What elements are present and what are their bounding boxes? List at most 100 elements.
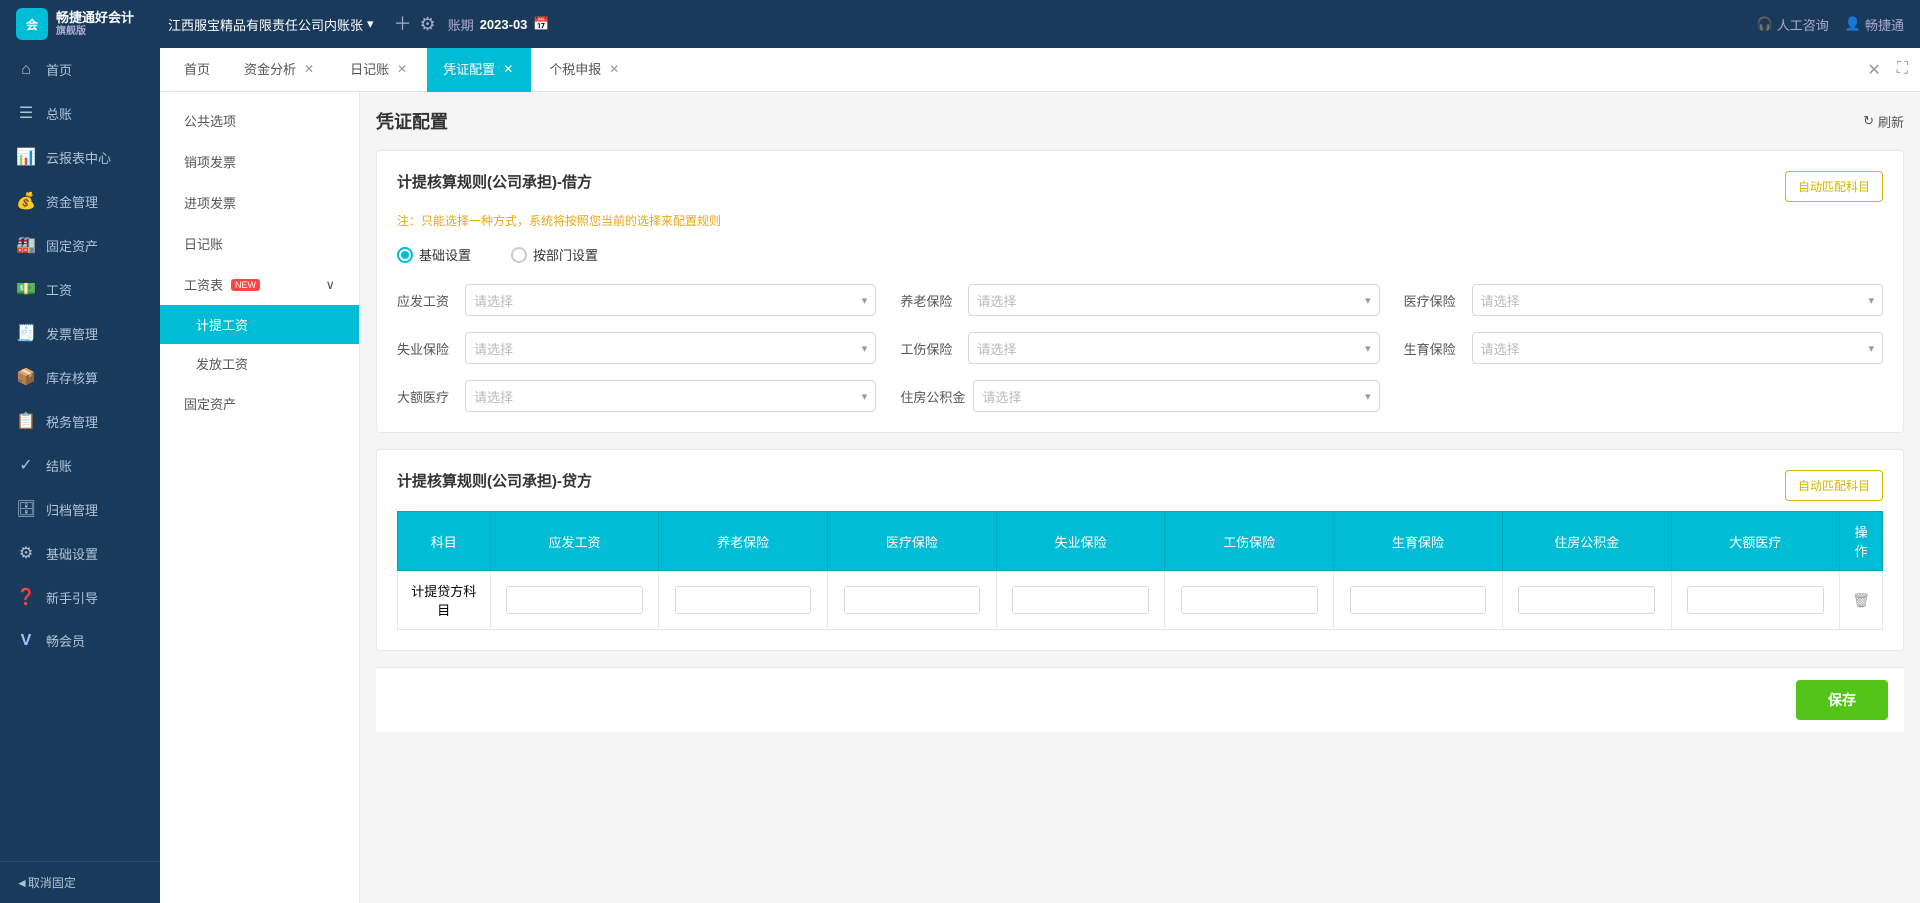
sidebar-item-archive[interactable]: 🗄 归档管理	[0, 487, 160, 531]
add-button[interactable]: ＋	[394, 15, 412, 33]
sidebar-label-member: 畅会员	[46, 631, 85, 650]
radio-dept-circle	[511, 247, 527, 263]
nav-label-fixed-assets: 固定资产	[184, 394, 236, 413]
input-large-medical[interactable]	[1687, 586, 1824, 614]
nav-item-purchase-invoice[interactable]: 进项发票	[160, 182, 359, 223]
radio-dept-settings[interactable]: 按部门设置	[511, 245, 598, 264]
tab-fund-analysis-close[interactable]: ✕	[302, 60, 316, 78]
select-large-medical[interactable]: 请选择 ▾	[465, 380, 876, 412]
sidebar-item-reports[interactable]: 📊 云报表中心	[0, 135, 160, 179]
sidebar-item-salary[interactable]: 💵 工资	[0, 267, 160, 311]
app-name: 畅捷通好会计	[56, 10, 134, 26]
nav-item-accrue-salary[interactable]: 计提工资	[160, 305, 359, 344]
radio-basic-settings[interactable]: 基础设置	[397, 245, 471, 264]
nav-item-journal[interactable]: 日记账	[160, 223, 359, 264]
cell-row-label: 计提贷方科目	[398, 571, 491, 630]
select-gross-salary[interactable]: 请选择 ▾	[465, 284, 876, 316]
save-button[interactable]: 保存	[1796, 680, 1888, 720]
tab-fund-analysis[interactable]: 资金分析 ✕	[228, 48, 332, 92]
select-housing-fund-placeholder: 请选择	[982, 387, 1021, 406]
settings-button[interactable]: ⚙	[420, 15, 436, 33]
nav-item-fixed-assets[interactable]: 固定资产	[160, 383, 359, 424]
expand-tab-button[interactable]: ⛶	[1893, 56, 1912, 84]
sidebar-label-archive: 归档管理	[46, 500, 98, 519]
user-item[interactable]: 👤 畅捷通	[1845, 15, 1904, 34]
nav-item-pay-salary[interactable]: 发放工资	[160, 344, 359, 383]
sidebar-item-tax[interactable]: 📋 税务管理	[0, 399, 160, 443]
sidebar-item-ledger[interactable]: ☰ 总账	[0, 91, 160, 135]
funds-icon: 💰	[16, 191, 36, 211]
input-housing[interactable]	[1518, 586, 1655, 614]
tab-voucher-config-label: 凭证配置	[443, 59, 495, 78]
sidebar-label-tax: 税务管理	[46, 412, 98, 431]
nav-item-sales-invoice[interactable]: 销项发票	[160, 141, 359, 182]
label-pension: 养老保险	[900, 291, 960, 310]
credit-auto-match-button[interactable]: 自动匹配科目	[1785, 470, 1883, 501]
closing-icon: ✓	[16, 455, 36, 475]
nav-item-payroll-table[interactable]: 工资表 NEW ∨	[160, 264, 359, 305]
select-unemployment[interactable]: 请选择 ▾	[465, 332, 876, 364]
close-tab-button[interactable]: ✕	[1863, 56, 1884, 84]
sidebar-item-guide[interactable]: ❓ 新手引导	[0, 575, 160, 619]
refresh-button[interactable]: ↻ 刷新	[1863, 112, 1904, 131]
cancel-fixed-button[interactable]: ◄取消固定	[0, 861, 160, 903]
sidebar-label-ledger: 总账	[46, 104, 72, 123]
sidebar-item-member[interactable]: V 畅会员	[0, 619, 160, 662]
select-pension-arrow: ▾	[1365, 294, 1371, 307]
sidebar-label-assets: 固定资产	[46, 236, 98, 255]
sidebar-item-inventory[interactable]: 📦 库存核算	[0, 355, 160, 399]
col-header-housing: 住房公积金	[1502, 512, 1671, 571]
debit-card-header: 计提核算规则(公司承担)-借方 自动匹配科目	[397, 171, 1883, 202]
tab-voucher-config[interactable]: 凭证配置 ✕	[427, 48, 531, 92]
sidebar: ⌂ 首页 ☰ 总账 📊 云报表中心 💰 资金管理 🏭 固定资产 💵 工资 🧾 发…	[0, 48, 160, 903]
select-work-injury-arrow: ▾	[1365, 342, 1371, 355]
sidebar-item-settings[interactable]: ⚙ 基础设置	[0, 531, 160, 575]
company-selector[interactable]: 江西服宝精品有限责任公司内账张 ▾	[168, 15, 374, 34]
delete-row-button[interactable]: 🗑	[1852, 592, 1870, 608]
user-avatar-icon: 👤	[1845, 16, 1861, 32]
input-unemployment[interactable]	[1012, 586, 1149, 614]
credit-table: 科目 应发工资 养老保险 医疗保险 失业保险 工伤保险 生育保险 住房公积金 大…	[397, 511, 1883, 630]
nav-item-public[interactable]: 公共选项	[160, 100, 359, 141]
tab-voucher-config-close[interactable]: ✕	[501, 60, 515, 78]
input-pension[interactable]	[675, 586, 812, 614]
radio-basic-inner	[401, 251, 409, 259]
logo-icon: 会	[16, 8, 48, 40]
cancel-fixed-label: ◄取消固定	[16, 874, 76, 891]
invoice-icon: 🧾	[16, 323, 36, 343]
debit-note: 注：只能选择一种方式，系统将按照您当前的选择来配置规则	[397, 212, 1883, 229]
form-item-work-injury: 工伤保险 请选择 ▾	[900, 332, 1379, 364]
input-maternity[interactable]	[1350, 586, 1487, 614]
sidebar-item-funds[interactable]: 💰 资金管理	[0, 179, 160, 223]
calendar-icon[interactable]: 📅	[533, 16, 549, 32]
debit-auto-match-button[interactable]: 自动匹配科目	[1785, 171, 1883, 202]
sidebar-item-invoice[interactable]: 🧾 发票管理	[0, 311, 160, 355]
select-large-medical-arrow: ▾	[862, 390, 868, 403]
tab-tax-report-close[interactable]: ✕	[607, 60, 621, 78]
cell-large-medical	[1671, 571, 1840, 630]
main-panel: 凭证配置 ↻ 刷新 计提核算规则(公司承担)-借方 自动匹配科目 注：只能选择一…	[360, 92, 1920, 903]
headset-icon: 🎧	[1757, 16, 1773, 32]
tab-home[interactable]: 首页	[168, 48, 226, 92]
select-work-injury[interactable]: 请选择 ▾	[968, 332, 1379, 364]
input-gross[interactable]	[506, 586, 643, 614]
select-large-medical-placeholder: 请选择	[474, 387, 513, 406]
sidebar-label-settings: 基础设置	[46, 544, 98, 563]
sidebar-item-home[interactable]: ⌂ 首页	[0, 48, 160, 91]
support-item[interactable]: 🎧 人工咨询	[1757, 15, 1829, 34]
sidebar-item-assets[interactable]: 🏭 固定资产	[0, 223, 160, 267]
input-medical[interactable]	[844, 586, 981, 614]
input-work-injury[interactable]	[1181, 586, 1318, 614]
sidebar-item-closing[interactable]: ✓ 结账	[0, 443, 160, 487]
select-pension[interactable]: 请选择 ▾	[968, 284, 1379, 316]
tab-journal[interactable]: 日记账 ✕	[334, 48, 425, 92]
tab-tax-report[interactable]: 个税申报 ✕	[533, 48, 637, 92]
select-pension-placeholder: 请选择	[977, 291, 1016, 310]
select-housing-fund[interactable]: 请选择 ▾	[973, 380, 1379, 412]
tab-journal-close[interactable]: ✕	[395, 60, 409, 78]
col-header-work-injury: 工伤保险	[1165, 512, 1334, 571]
form-item-unemployment: 失业保险 请选择 ▾	[397, 332, 876, 364]
select-maternity[interactable]: 请选择 ▾	[1472, 332, 1883, 364]
select-medical[interactable]: 请选择 ▾	[1472, 284, 1883, 316]
form-item-gross-salary: 应发工资 请选择 ▾	[397, 284, 876, 316]
